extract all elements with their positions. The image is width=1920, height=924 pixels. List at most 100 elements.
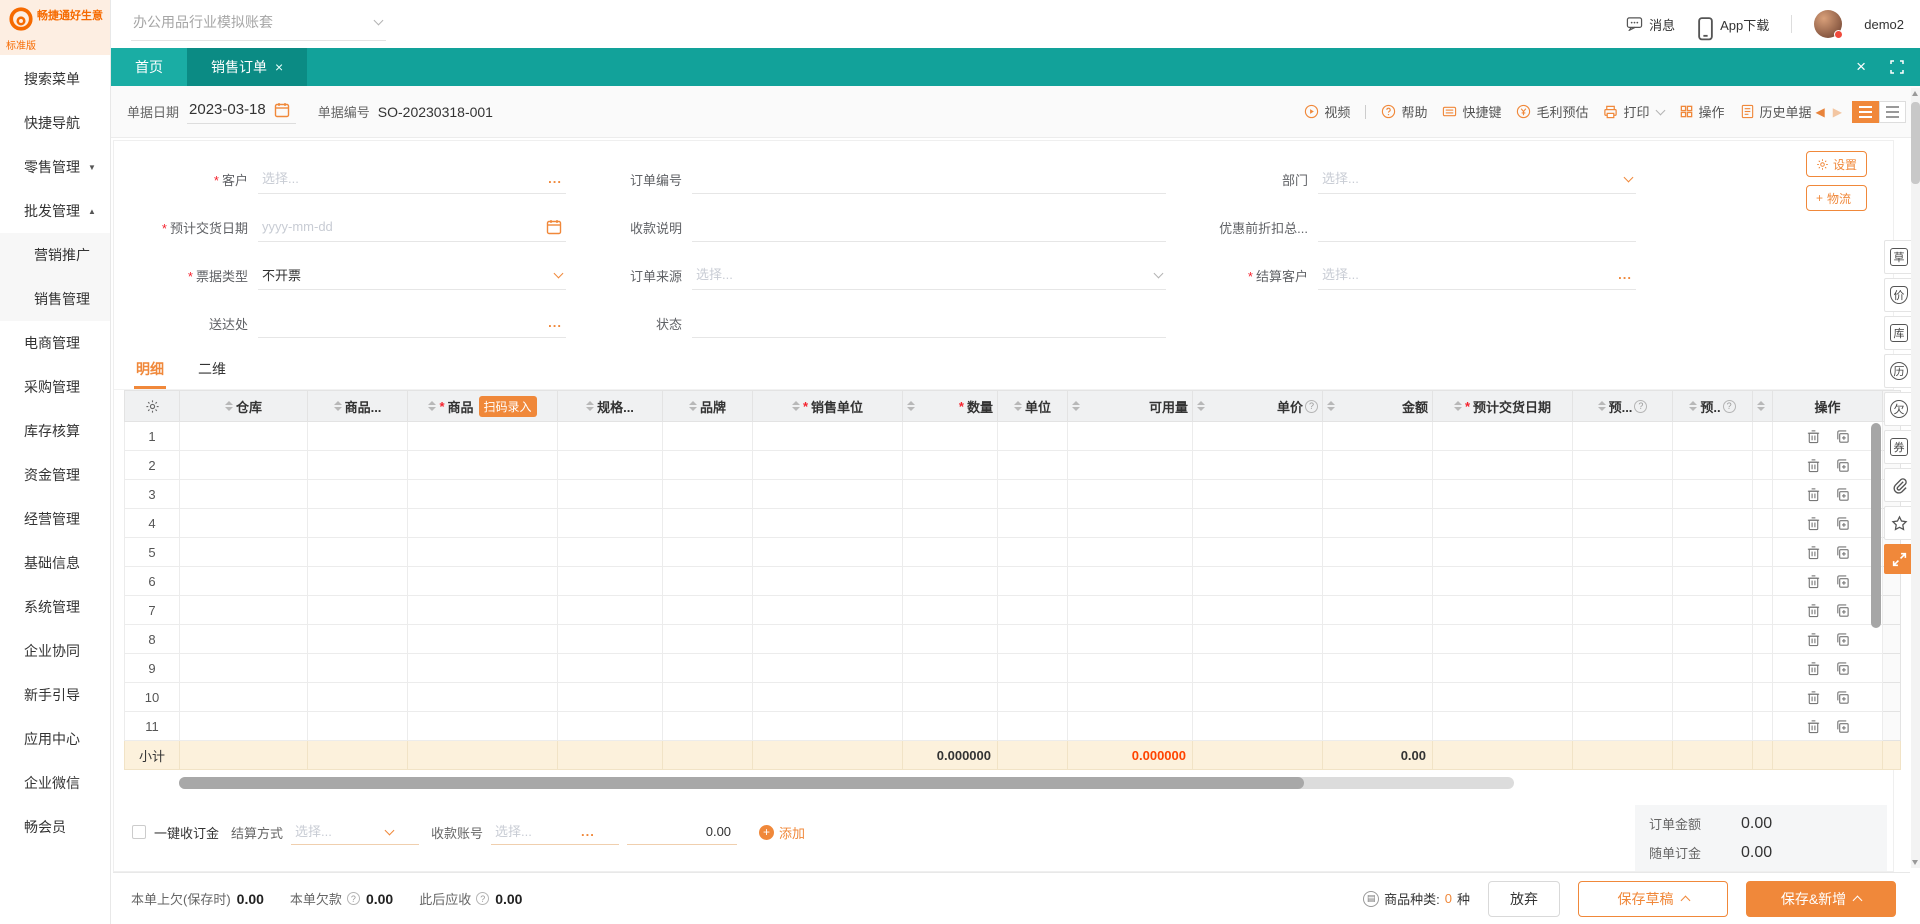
grid-cell[interactable] — [179, 711, 308, 741]
sidebar-item-畅会员[interactable]: 畅会员 — [0, 805, 110, 849]
grid-cell[interactable] — [407, 653, 558, 683]
copy-row-icon[interactable] — [1835, 458, 1850, 473]
copy-row-icon[interactable] — [1835, 603, 1850, 618]
grid-cell[interactable] — [307, 566, 408, 596]
tab-close-icon[interactable]: × — [275, 59, 283, 75]
invoice-type-input[interactable] — [262, 267, 549, 282]
grid-cell[interactable] — [1192, 624, 1323, 654]
coupon-button[interactable]: 券 — [1884, 430, 1914, 464]
tool-hotkeys-button[interactable]: 快捷键 — [1442, 102, 1501, 121]
grid-cell[interactable] — [1192, 450, 1323, 480]
grid-cell[interactable] — [407, 711, 558, 741]
receipt-note-input[interactable] — [696, 219, 1162, 234]
sidebar-item-企业协同[interactable]: 企业协同 — [0, 629, 110, 673]
copy-row-icon[interactable] — [1835, 661, 1850, 676]
grid-cell[interactable] — [557, 711, 663, 741]
column-header-available[interactable]: 可用量 — [1067, 390, 1193, 422]
grid-cell[interactable] — [179, 624, 308, 654]
grid-cell[interactable] — [752, 508, 903, 538]
delete-row-icon[interactable] — [1806, 661, 1821, 676]
logistics-button[interactable]: + 物流 — [1805, 185, 1867, 211]
grid-cell[interactable] — [1572, 421, 1673, 451]
grid-cell[interactable] — [307, 421, 408, 451]
sidebar-item-搜索菜单[interactable]: 搜索菜单 — [0, 57, 110, 101]
grid-cell[interactable] — [557, 682, 663, 712]
grid-cell[interactable] — [662, 624, 753, 654]
grid-cell[interactable] — [1322, 653, 1433, 683]
grid-cell[interactable] — [179, 682, 308, 712]
grid-cell[interactable] — [407, 624, 558, 654]
delete-row-icon[interactable] — [1806, 429, 1821, 444]
column-header-spacer[interactable] — [1752, 390, 1773, 422]
grid-cell[interactable] — [902, 537, 998, 567]
grid-cell[interactable] — [1572, 508, 1673, 538]
account-select[interactable]: 办公用品行业模拟账套 — [131, 8, 386, 41]
sort-icon[interactable] — [1689, 401, 1698, 411]
doc-date-field[interactable]: 2023-03-18 — [187, 99, 296, 124]
grid-cell[interactable] — [1192, 653, 1323, 683]
sidebar-item-企业微信[interactable]: 企业微信 — [0, 761, 110, 805]
scroll-thumb[interactable] — [1911, 102, 1920, 184]
settle-customer-input[interactable] — [1322, 267, 1613, 282]
sort-icon[interactable] — [907, 401, 915, 411]
deposit-amount-input[interactable] — [631, 824, 732, 839]
grid-cell[interactable] — [307, 711, 408, 741]
grid-cell[interactable] — [557, 595, 663, 625]
scroll-up-icon[interactable] — [1912, 91, 1918, 96]
grid-cell[interactable] — [1752, 595, 1773, 625]
column-settings-gear-icon[interactable] — [145, 399, 160, 414]
grid-cell[interactable] — [1192, 682, 1323, 712]
grid-cell[interactable] — [557, 421, 663, 451]
column-header-warehouse[interactable]: 仓库 — [179, 390, 308, 422]
column-header-brand[interactable]: 品牌 — [662, 390, 753, 422]
grid-cell[interactable] — [997, 653, 1068, 683]
copy-row-icon[interactable] — [1835, 719, 1850, 734]
sort-icon[interactable] — [1597, 401, 1606, 411]
list-view-button[interactable] — [1852, 100, 1879, 123]
sort-icon[interactable] — [586, 401, 595, 411]
grid-cell[interactable] — [1067, 479, 1193, 509]
calendar-icon[interactable] — [274, 102, 290, 118]
grid-cell[interactable] — [1572, 595, 1673, 625]
grid-cell[interactable] — [407, 595, 558, 625]
hscroll-thumb[interactable] — [179, 777, 1304, 789]
grid-cell[interactable] — [557, 624, 663, 654]
sidebar-item-零售管理[interactable]: 零售管理 ▼ — [0, 145, 110, 189]
grid-cell[interactable] — [997, 624, 1068, 654]
customer-input[interactable] — [262, 171, 543, 186]
column-header-product-code[interactable]: 商品... — [307, 390, 408, 422]
grid-cell[interactable] — [407, 508, 558, 538]
grid-cell[interactable] — [1752, 537, 1773, 567]
tool-actions-button[interactable]: 操作 — [1679, 102, 1725, 121]
grid-cell[interactable] — [1432, 711, 1573, 741]
grid-cell[interactable] — [1432, 421, 1573, 451]
grid-cell[interactable] — [1572, 566, 1673, 596]
close-icon[interactable]: × — [1856, 57, 1866, 77]
grid-cell[interactable] — [997, 421, 1068, 451]
grid-cell[interactable] — [997, 711, 1068, 741]
grid-cell[interactable] — [902, 595, 998, 625]
sidebar-item-新手引导[interactable]: 新手引导 — [0, 673, 110, 717]
sidebar-item-系统管理[interactable]: 系统管理 — [0, 585, 110, 629]
grid-cell[interactable] — [179, 508, 308, 538]
grid-cell[interactable] — [1672, 624, 1753, 654]
delete-row-icon[interactable] — [1806, 632, 1821, 647]
grid-cell[interactable] — [1572, 653, 1673, 683]
grid-cell[interactable] — [662, 450, 753, 480]
grid-cell[interactable] — [997, 566, 1068, 596]
grid-cell[interactable] — [997, 450, 1068, 480]
grid-cell[interactable] — [1067, 595, 1193, 625]
sidebar-item-营销推广[interactable]: 营销推广 — [0, 233, 110, 277]
sidebar-item-快捷导航[interactable]: 快捷导航 — [0, 101, 110, 145]
grid-cell[interactable] — [1672, 711, 1753, 741]
quick-deposit-checkbox[interactable] — [132, 825, 146, 839]
grid-cell[interactable] — [1672, 450, 1753, 480]
grid-cell[interactable] — [1067, 566, 1193, 596]
grid-cell[interactable] — [902, 508, 998, 538]
help-circle-icon[interactable]: ? — [1722, 399, 1736, 413]
grid-cell[interactable] — [179, 653, 308, 683]
grid-cell[interactable] — [997, 508, 1068, 538]
calendar-icon[interactable] — [546, 219, 562, 235]
grid-cell[interactable] — [1192, 595, 1323, 625]
grid-cell[interactable] — [1067, 624, 1193, 654]
